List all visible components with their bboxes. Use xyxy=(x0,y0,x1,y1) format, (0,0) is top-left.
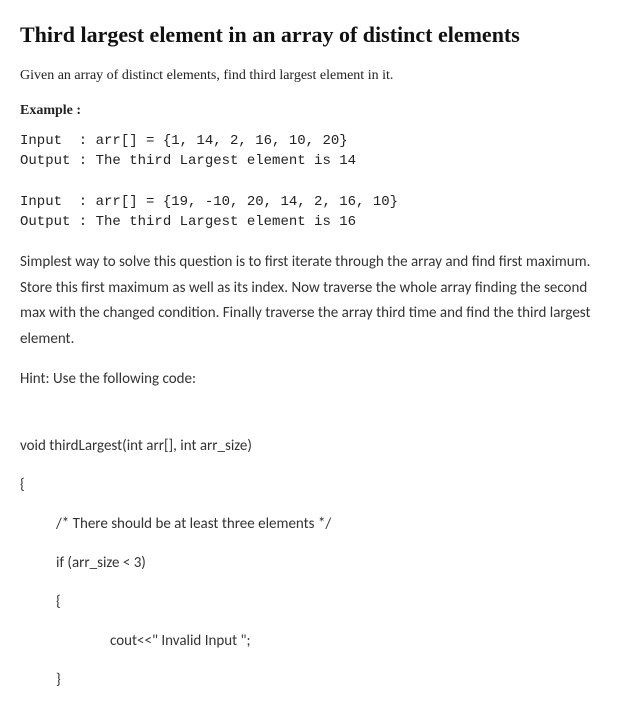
code-block: void thirdLargest(int arr[], int arr_siz… xyxy=(20,427,613,700)
code-open-brace: { xyxy=(20,476,25,494)
code-if-close-brace: } xyxy=(20,661,613,700)
example-io-block: Input : arr[] = {1, 14, 2, 16, 10, 20} O… xyxy=(20,131,613,232)
intro-text: Given an array of distinct elements, fin… xyxy=(20,65,613,86)
explanation-text: Simplest way to solve this question is t… xyxy=(20,250,613,352)
page-title: Third largest element in an array of dis… xyxy=(20,18,613,51)
code-fn-signature: void thirdLargest(int arr[], int arr_siz… xyxy=(20,437,252,455)
code-comment: /* There should be at least three elemen… xyxy=(20,505,613,544)
hint-text: Hint: Use the following code: xyxy=(20,368,613,391)
code-if-open-brace: { xyxy=(20,583,613,622)
code-cout-line: cout<<" Invalid Input "; xyxy=(20,622,613,661)
example-label: Example : xyxy=(20,100,613,121)
code-if-line: if (arr_size < 3) xyxy=(20,544,613,583)
